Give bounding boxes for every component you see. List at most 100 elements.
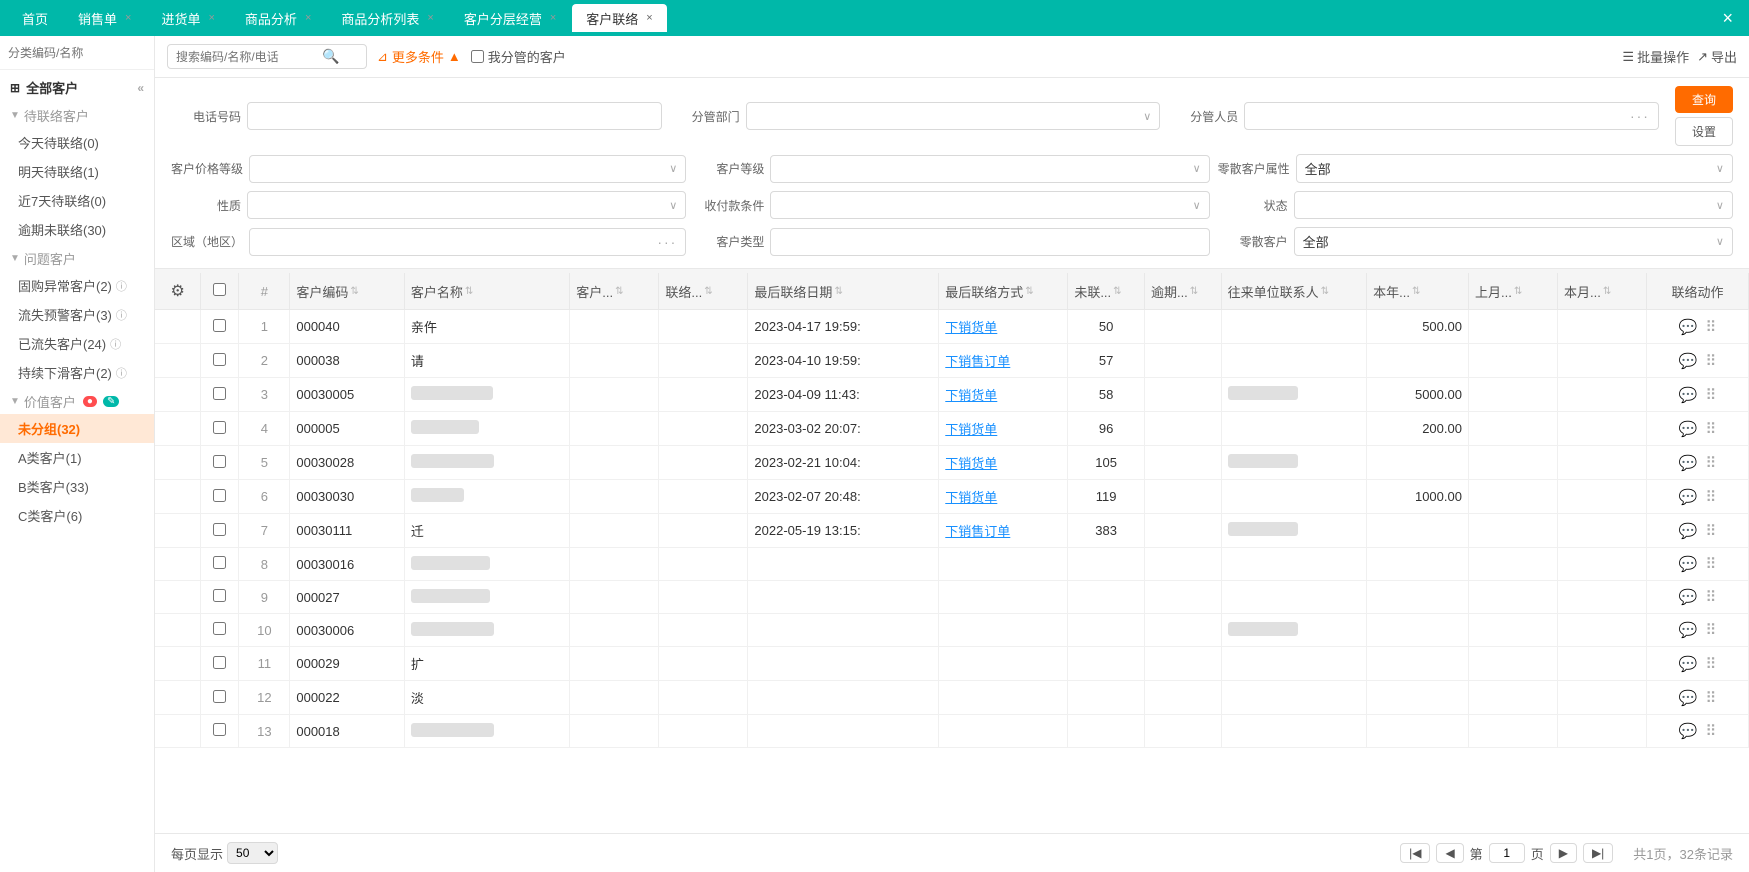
chat-icon[interactable]: 💬 (1679, 722, 1698, 740)
last-way-link[interactable]: 下销货单 (945, 422, 997, 437)
payment-input[interactable]: ∨ (770, 191, 1209, 219)
menu-icon[interactable]: ⠿ (1705, 454, 1716, 472)
menu-icon[interactable]: ⠿ (1705, 655, 1716, 673)
cell-checkbox[interactable] (201, 681, 239, 715)
th-checkbox[interactable] (201, 273, 239, 310)
nature-input[interactable]: ∨ (247, 191, 686, 219)
last-way-link[interactable]: 下销货单 (945, 490, 997, 505)
sidebar-all-customers[interactable]: ⊞ 全部客户 « (0, 70, 154, 101)
sidebar-item-churn-risk[interactable]: 流失预警客户(3) ⓘ (0, 300, 154, 329)
sidebar-item-week[interactable]: 近7天待联络(0) (0, 186, 154, 215)
tab-goods-list[interactable]: 商品分析列表 × (327, 4, 447, 32)
th-this-month[interactable]: 本月... ⇅ (1558, 273, 1647, 310)
main-search-icon[interactable]: 🔍 (322, 48, 339, 65)
menu-icon[interactable]: ⠿ (1705, 488, 1716, 506)
page-number-input[interactable] (1489, 843, 1525, 863)
th-code[interactable]: 客户编码 ⇅ (290, 273, 405, 310)
dept-input[interactable]: ∨ (746, 102, 1161, 130)
th-no-contact[interactable]: 未联... ⇅ (1068, 273, 1145, 310)
chat-icon[interactable]: 💬 (1679, 386, 1698, 404)
th-year[interactable]: 本年... ⇅ (1367, 273, 1469, 310)
page-size-dropdown[interactable]: 50 100 200 (227, 842, 278, 864)
last-way-link[interactable]: 下销货单 (945, 456, 997, 471)
problem-group-header[interactable]: ▼ 问题客户 (0, 244, 154, 271)
chat-icon[interactable]: 💬 (1679, 655, 1698, 673)
chat-icon[interactable]: 💬 (1679, 488, 1698, 506)
row-checkbox[interactable] (213, 489, 226, 502)
sidebar-item-abnormal[interactable]: 固购异常客户(2) ⓘ (0, 271, 154, 300)
menu-icon[interactable]: ⠿ (1705, 588, 1716, 606)
export-btn[interactable]: ↗ 导出 (1697, 47, 1737, 66)
last-way-link[interactable]: 下销售订单 (945, 524, 1010, 539)
th-name[interactable]: 客户名称 ⇅ (404, 273, 569, 310)
menu-icon[interactable]: ⠿ (1705, 420, 1716, 438)
th-contact[interactable]: 联络... ⇅ (659, 273, 748, 310)
gear-icon[interactable]: ⚙ (170, 283, 184, 300)
chat-icon[interactable]: 💬 (1679, 420, 1698, 438)
menu-icon[interactable]: ⠿ (1705, 386, 1716, 404)
sidebar-item-tomorrow[interactable]: 明天待联络(1) (0, 157, 154, 186)
menu-icon[interactable]: ⠿ (1705, 722, 1716, 740)
close-purchase-icon[interactable]: × (208, 12, 214, 24)
menu-icon[interactable]: ⠿ (1705, 352, 1716, 370)
th-contacts-person[interactable]: 往来单位联系人 ⇅ (1221, 273, 1367, 310)
menu-icon[interactable]: ⠿ (1705, 689, 1716, 707)
type-input[interactable] (770, 228, 1209, 256)
sidebar-item-ungraded[interactable]: 未分组(32) (0, 414, 154, 443)
th-settings[interactable]: ⚙ (155, 273, 201, 310)
level-input[interactable]: ∨ (770, 155, 1209, 183)
row-checkbox[interactable] (213, 656, 226, 669)
th-last-date[interactable]: 最后联络日期 ⇅ (748, 273, 939, 310)
retail-input[interactable]: 全部 ∨ (1294, 227, 1733, 256)
menu-icon[interactable]: ⠿ (1705, 318, 1716, 336)
cell-checkbox[interactable] (201, 480, 239, 514)
chat-icon[interactable]: 💬 (1679, 555, 1698, 573)
status-input[interactable]: ∨ (1294, 191, 1733, 219)
th-type[interactable]: 客户... ⇅ (570, 273, 659, 310)
window-close-icon[interactable]: × (1714, 8, 1741, 29)
pending-group-header[interactable]: ▼ 待联络客户 (0, 101, 154, 128)
last-page-btn[interactable]: ▶| (1583, 843, 1613, 863)
first-page-btn[interactable]: |◀ (1400, 843, 1430, 863)
tab-sales[interactable]: 销售单 × (64, 4, 145, 32)
next-page-btn[interactable]: ▶ (1550, 843, 1577, 863)
my-customers-label[interactable]: 我分管的客户 (471, 47, 566, 66)
cell-checkbox[interactable] (201, 715, 239, 748)
row-checkbox[interactable] (213, 455, 226, 468)
cell-checkbox[interactable] (201, 378, 239, 412)
more-conditions-btn[interactable]: ⊿ 更多条件 ▲ (377, 47, 461, 66)
retail-attr-input[interactable]: 全部 ∨ (1296, 154, 1733, 183)
cell-checkbox[interactable] (201, 514, 239, 548)
chat-icon[interactable]: 💬 (1679, 588, 1698, 606)
person-input[interactable]: ··· (1244, 102, 1659, 130)
row-checkbox[interactable] (213, 622, 226, 635)
batch-op-btn[interactable]: ☰ 批量操作 (1622, 47, 1689, 66)
sidebar-item-group-c[interactable]: C类客户(6) (0, 501, 154, 530)
row-checkbox[interactable] (213, 523, 226, 536)
close-sales-icon[interactable]: × (125, 12, 131, 24)
sidebar-item-downtrend[interactable]: 持续下滑客户(2) ⓘ (0, 358, 154, 387)
reset-button[interactable]: 设置 (1675, 117, 1733, 146)
my-customers-checkbox[interactable] (471, 50, 484, 63)
sidebar-item-overdue[interactable]: 逾期未联络(30) (0, 215, 154, 244)
tab-purchase[interactable]: 进货单 × (147, 4, 228, 32)
th-last-month[interactable]: 上月... ⇅ (1468, 273, 1557, 310)
sidebar-item-group-b[interactable]: B类客户(33) (0, 472, 154, 501)
prev-page-btn[interactable]: ◀ (1436, 843, 1463, 863)
cell-checkbox[interactable] (201, 344, 239, 378)
chat-icon[interactable]: 💬 (1679, 318, 1698, 336)
row-checkbox[interactable] (213, 589, 226, 602)
menu-icon[interactable]: ⠿ (1705, 522, 1716, 540)
cell-checkbox[interactable] (201, 647, 239, 681)
chat-icon[interactable]: 💬 (1679, 454, 1698, 472)
select-all-checkbox[interactable] (213, 283, 226, 296)
cell-checkbox[interactable] (201, 310, 239, 344)
row-checkbox[interactable] (213, 319, 226, 332)
close-customer-segment-icon[interactable]: × (550, 12, 556, 24)
tab-goods-analysis[interactable]: 商品分析 × (231, 4, 325, 32)
main-search-input[interactable] (176, 50, 316, 64)
row-checkbox[interactable] (213, 387, 226, 400)
value-group-header[interactable]: ▼ 价值客户 ● ✎ (0, 387, 154, 414)
sidebar-item-today[interactable]: 今天待联络(0) (0, 128, 154, 157)
cell-checkbox[interactable] (201, 581, 239, 614)
